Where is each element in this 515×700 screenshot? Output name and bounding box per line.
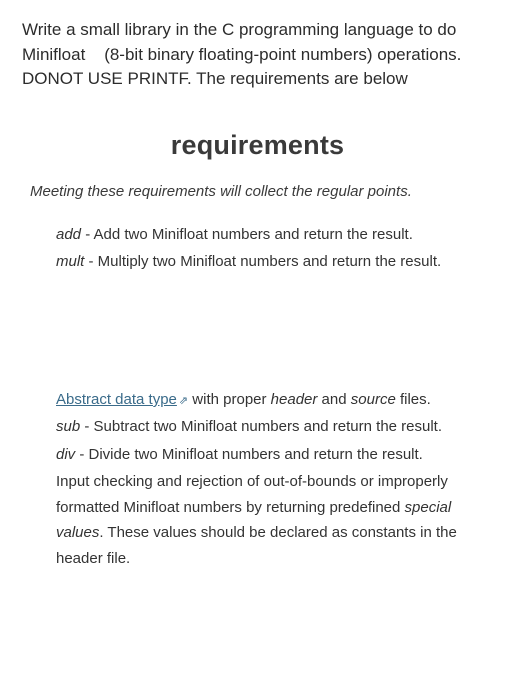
term-mult: mult — [56, 253, 84, 270]
term-add: add — [56, 226, 81, 243]
adt-mid: with proper — [188, 391, 271, 408]
input-b: . These values should be declared as con… — [56, 524, 457, 567]
req-mult: mult - Multiply two Minifloat numbers an… — [56, 249, 485, 275]
req-sub: sub - Subtract two Minifloat numbers and… — [56, 414, 485, 440]
term-sub: sub — [56, 418, 80, 435]
intro-paragraph: Write a small library in the C programmi… — [22, 18, 493, 92]
req-div: div - Divide two Minifloat numbers and r… — [56, 442, 485, 468]
adt-header: header — [271, 391, 318, 408]
term-div: div — [56, 446, 75, 463]
desc-sub: - Subtract two Minifloat numbers and ret… — [80, 418, 442, 435]
adt-end: files. — [396, 391, 431, 408]
meeting-note: Meeting these requirements will collect … — [22, 183, 493, 200]
adt-source: source — [351, 391, 396, 408]
input-a: Input checking and rejection of out-of-b… — [56, 473, 448, 516]
spacer — [56, 277, 485, 387]
requirements-heading: requirements — [22, 130, 493, 161]
external-link-icon: ⇗ — [179, 392, 188, 411]
adt-and: and — [317, 391, 350, 408]
abstract-data-type-link[interactable]: Abstract data type — [56, 391, 177, 408]
requirements-list: add - Add two Minifloat numbers and retu… — [22, 222, 493, 572]
req-adt: Abstract data type⇗ with proper header a… — [56, 387, 485, 413]
desc-div: - Divide two Minifloat numbers and retur… — [75, 446, 423, 463]
req-input-checking: Input checking and rejection of out-of-b… — [56, 469, 485, 571]
desc-add: - Add two Minifloat numbers and return t… — [81, 226, 413, 243]
req-add: add - Add two Minifloat numbers and retu… — [56, 222, 485, 248]
desc-mult: - Multiply two Minifloat numbers and ret… — [84, 253, 441, 270]
